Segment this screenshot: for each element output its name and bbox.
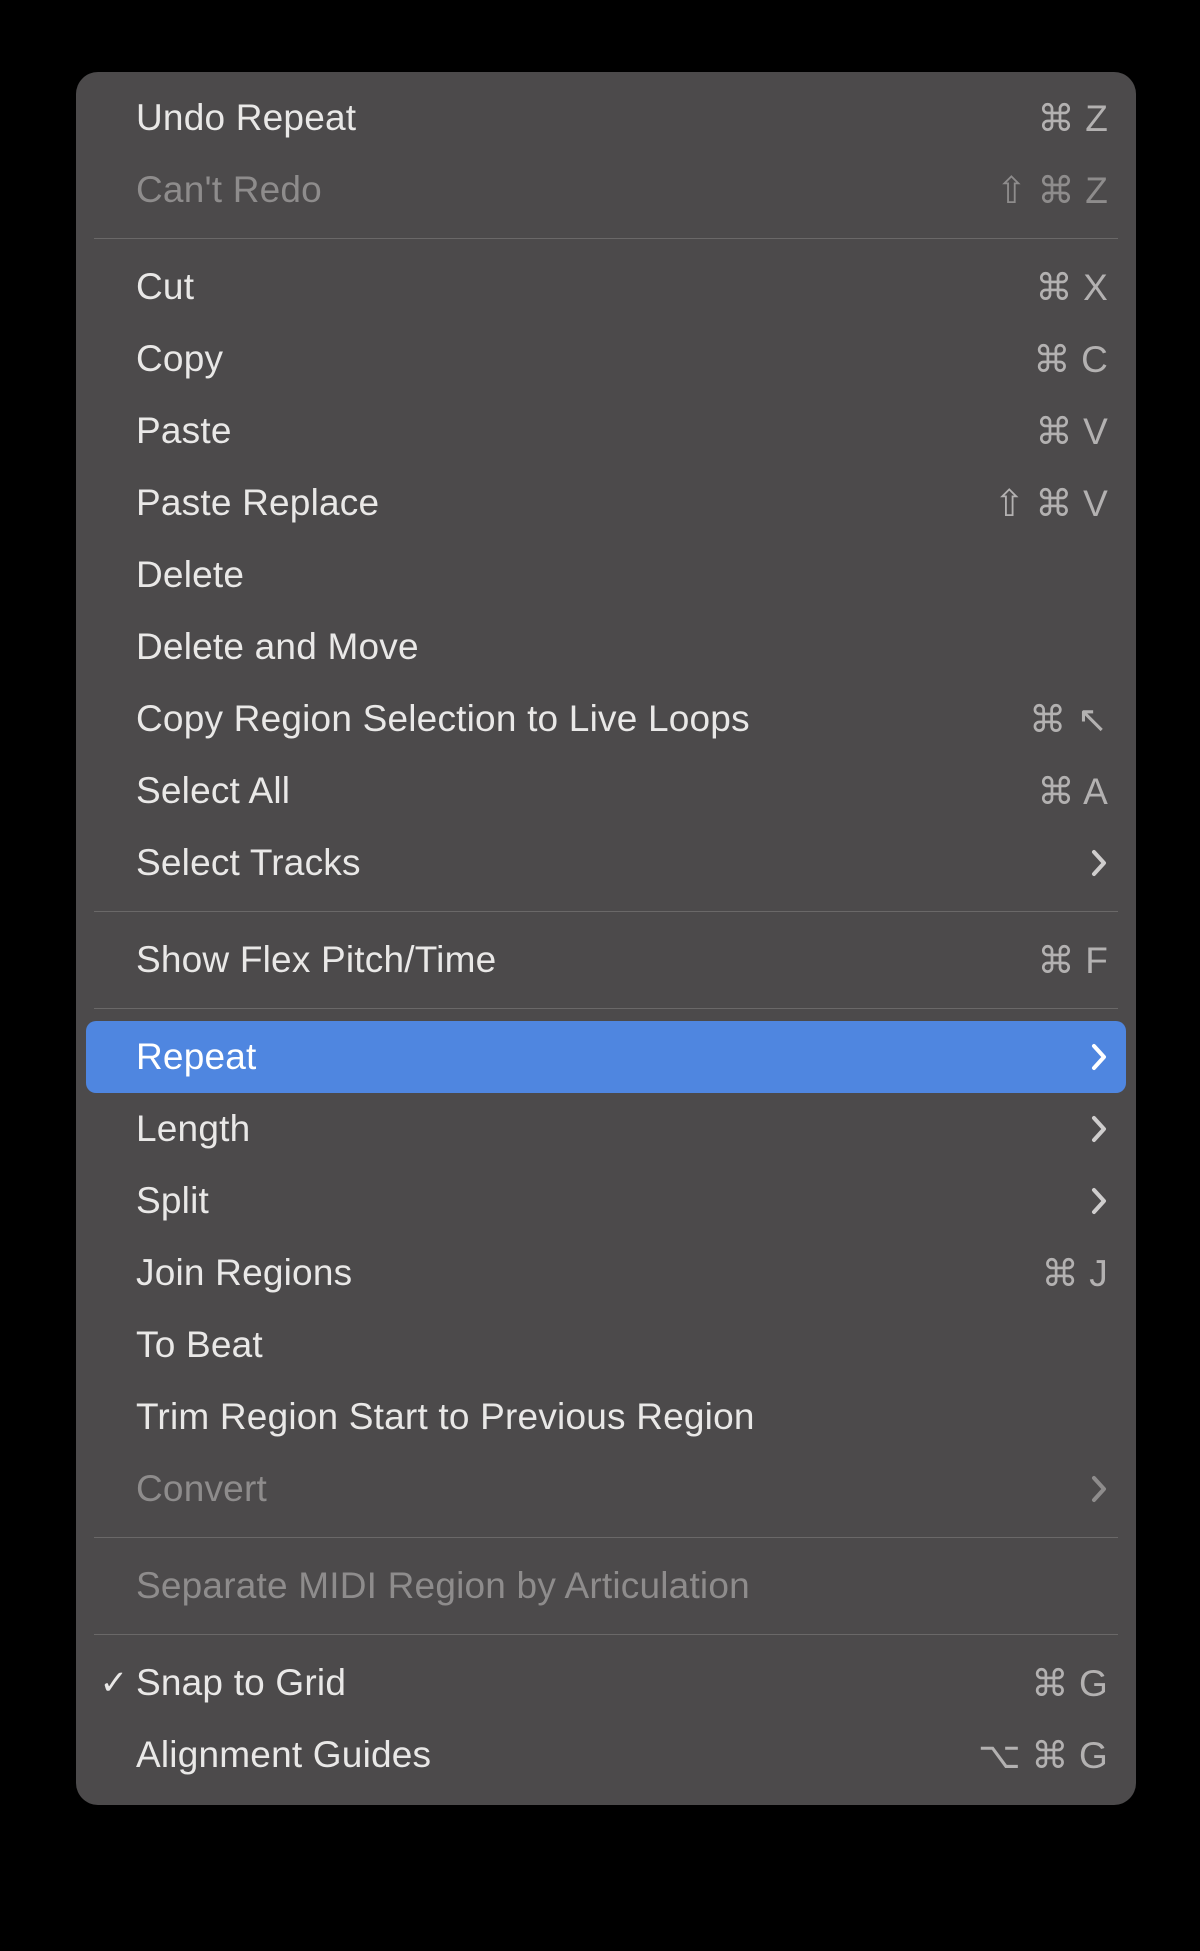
chevron-right-icon xyxy=(1090,1114,1108,1144)
menu-item-delete-move[interactable]: Delete and Move xyxy=(76,611,1136,683)
menu-item-shortcut: ⇧ ⌘ Z xyxy=(996,169,1108,212)
menu-item-shortcut: ⌘ ↖ xyxy=(1029,698,1108,741)
menu-separator xyxy=(94,238,1118,239)
menu-item-label: Can't Redo xyxy=(136,169,980,211)
menu-item-select-all[interactable]: Select All ⌘ A xyxy=(76,755,1136,827)
menu-item-repeat[interactable]: Repeat xyxy=(86,1021,1126,1093)
menu-item-copy-live-loops[interactable]: Copy Region Selection to Live Loops ⌘ ↖ xyxy=(76,683,1136,755)
menu-item-trim-start[interactable]: Trim Region Start to Previous Region xyxy=(76,1381,1136,1453)
menu-item-label: Length xyxy=(136,1108,1074,1150)
chevron-right-icon xyxy=(1090,848,1108,878)
menu-item-label: Delete xyxy=(136,554,1108,596)
menu-item-convert: Convert xyxy=(76,1453,1136,1525)
menu-item-shortcut: ⌘ F xyxy=(1038,939,1108,982)
menu-item-label: Paste Replace xyxy=(136,482,978,524)
menu-item-select-tracks[interactable]: Select Tracks xyxy=(76,827,1136,899)
menu-item-label: Separate MIDI Region by Articulation xyxy=(136,1565,1108,1607)
menu-item-label: Select Tracks xyxy=(136,842,1074,884)
menu-item-undo[interactable]: Undo Repeat ⌘ Z xyxy=(76,82,1136,154)
menu-item-label: Repeat xyxy=(136,1036,1074,1078)
menu-item-shortcut: ⌘ A xyxy=(1037,770,1108,813)
menu-item-label: Trim Region Start to Previous Region xyxy=(136,1396,1108,1438)
menu-item-label: Undo Repeat xyxy=(136,97,1022,139)
menu-item-shortcut: ⌘ V xyxy=(1035,410,1108,453)
menu-item-split[interactable]: Split xyxy=(76,1165,1136,1237)
menu-item-shortcut: ⇧ ⌘ V xyxy=(994,482,1108,525)
menu-item-paste[interactable]: Paste ⌘ V xyxy=(76,395,1136,467)
menu-item-sep-midi: Separate MIDI Region by Articulation xyxy=(76,1550,1136,1622)
chevron-right-icon xyxy=(1090,1186,1108,1216)
menu-item-length[interactable]: Length xyxy=(76,1093,1136,1165)
menu-item-shortcut: ⌘ G xyxy=(1031,1662,1108,1705)
menu-item-shortcut: ⌘ Z xyxy=(1038,97,1108,140)
menu-item-label: Paste xyxy=(136,410,1019,452)
menu-item-shortcut: ⌥ ⌘ G xyxy=(978,1734,1108,1777)
menu-item-label: Delete and Move xyxy=(136,626,1108,668)
menu-item-label: Show Flex Pitch/Time xyxy=(136,939,1022,981)
menu-item-join-regions[interactable]: Join Regions ⌘ J xyxy=(76,1237,1136,1309)
menu-item-label: To Beat xyxy=(136,1324,1108,1366)
menu-item-label: Cut xyxy=(136,266,1019,308)
chevron-right-icon xyxy=(1090,1474,1108,1504)
edit-menu: Undo Repeat ⌘ Z Can't Redo ⇧ ⌘ Z Cut ⌘ X Copy ⌘… xyxy=(76,72,1136,1805)
menu-item-shortcut: ⌘ X xyxy=(1035,266,1108,309)
menu-item-label: Convert xyxy=(136,1468,1074,1510)
menu-item-label: Snap to Grid xyxy=(136,1662,1015,1704)
menu-item-show-flex[interactable]: Show Flex Pitch/Time ⌘ F xyxy=(76,924,1136,996)
menu-item-label: Split xyxy=(136,1180,1074,1222)
menu-item-redo: Can't Redo ⇧ ⌘ Z xyxy=(76,154,1136,226)
menu-separator xyxy=(94,1008,1118,1009)
menu-separator xyxy=(94,1634,1118,1635)
menu-item-label: Copy xyxy=(136,338,1017,380)
menu-item-shortcut: ⌘ C xyxy=(1033,338,1108,381)
menu-separator xyxy=(94,1537,1118,1538)
menu-item-delete[interactable]: Delete xyxy=(76,539,1136,611)
menu-item-paste-replace[interactable]: Paste Replace ⇧ ⌘ V xyxy=(76,467,1136,539)
menu-item-snap-grid[interactable]: ✓Snap to Grid ⌘ G xyxy=(76,1647,1136,1719)
menu-item-label: Alignment Guides xyxy=(136,1734,962,1776)
menu-item-cut[interactable]: Cut ⌘ X xyxy=(76,251,1136,323)
menu-separator xyxy=(94,911,1118,912)
menu-item-to-beat[interactable]: To Beat xyxy=(76,1309,1136,1381)
menu-item-align[interactable]: Alignment Guides ⌥ ⌘ G xyxy=(76,1719,1136,1791)
menu-item-label: Select All xyxy=(136,770,1021,812)
check-icon: ✓ xyxy=(96,1666,132,1700)
menu-item-label: Join Regions xyxy=(136,1252,1026,1294)
chevron-right-icon xyxy=(1090,1042,1108,1072)
menu-item-copy[interactable]: Copy ⌘ C xyxy=(76,323,1136,395)
menu-item-label: Copy Region Selection to Live Loops xyxy=(136,698,1013,740)
menu-item-shortcut: ⌘ J xyxy=(1042,1252,1108,1295)
